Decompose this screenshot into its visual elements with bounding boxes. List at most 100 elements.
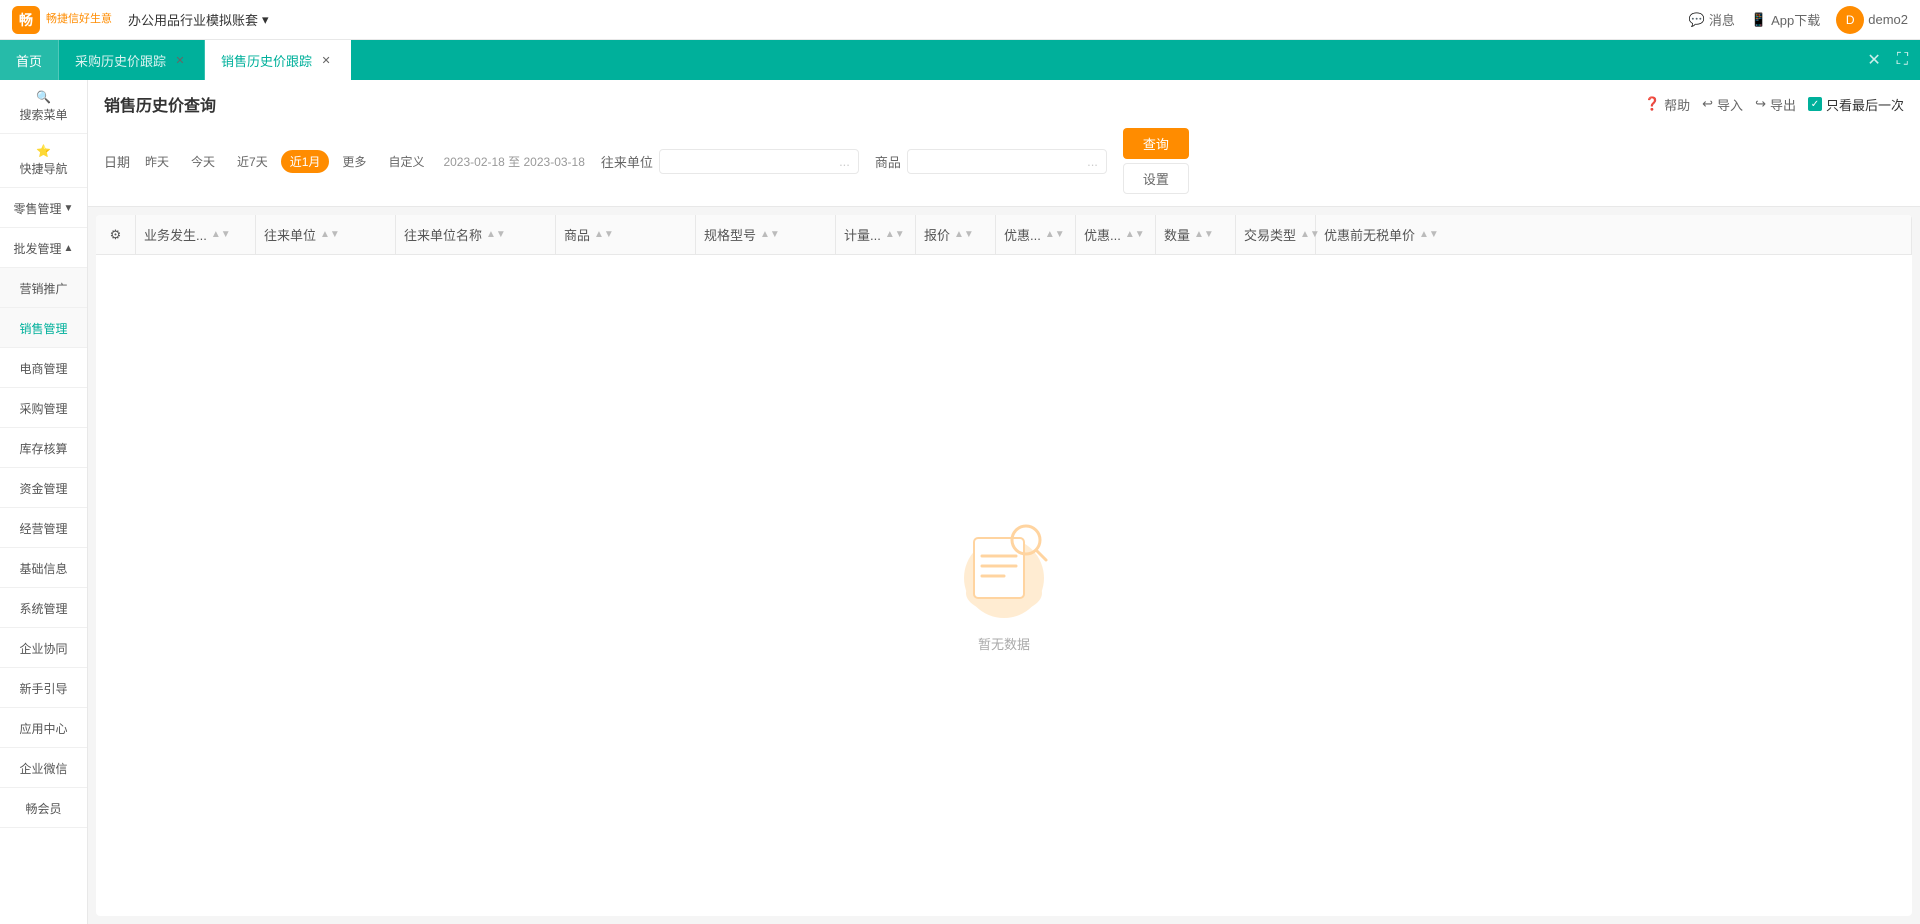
th-trade-type[interactable]: 交易类型 ▲▼ (1236, 215, 1316, 254)
th-discount1[interactable]: 优惠... ▲▼ (996, 215, 1076, 254)
top-bar-left: 畅 畅捷信好生意 办公用品行业模拟账套 ▾ (12, 6, 277, 34)
th-unit[interactable]: 计量... ▲▼ (836, 215, 916, 254)
date-filter: 日期 昨天 今天 近7天 近1月 更多 自定义 2023-02-18 至 202… (104, 150, 585, 173)
import-action[interactable]: ↩ 导入 (1702, 95, 1743, 114)
sidebar-item-search-menu[interactable]: 🔍 搜索菜单 (0, 80, 87, 134)
sidebar-item-purchase[interactable]: 采购管理 (0, 388, 87, 428)
sidebar-item-operations[interactable]: 经营管理 (0, 508, 87, 548)
top-bar: 畅 畅捷信好生意 办公用品行业模拟账套 ▾ 💬 消息 📱 App下载 D dem… (0, 0, 1920, 40)
help-action[interactable]: ❓ 帮助 (1644, 95, 1690, 114)
sidebar-item-quick-nav[interactable]: ⭐ 快捷导航 (0, 134, 87, 188)
page-title: 销售历史价查询 (104, 92, 216, 116)
tab-sales-history-label: 销售历史价跟踪 (221, 51, 312, 70)
product-label: 商品 (875, 152, 901, 171)
sidebar-item-system[interactable]: 系统管理 (0, 588, 87, 628)
empty-illustration (944, 518, 1064, 618)
sidebar-item-app-center[interactable]: 应用中心 (0, 708, 87, 748)
th-spec-label: 规格型号 (704, 225, 756, 244)
th-partner-code-label: 往来单位 (264, 225, 316, 244)
th-discount2[interactable]: 优惠... ▲▼ (1076, 215, 1156, 254)
fullscreen-btn[interactable]: ⛶ (1893, 47, 1912, 73)
sidebar-item-wechat[interactable]: 企业微信 (0, 748, 87, 788)
tab-sales-history[interactable]: 销售历史价跟踪 ✕ (205, 40, 351, 80)
export-label: 导出 (1770, 95, 1796, 114)
only-last-label: 只看最后一次 (1826, 95, 1904, 114)
import-icon: ↩ (1702, 96, 1713, 112)
sidebar-item-inventory[interactable]: 库存核算 (0, 428, 87, 468)
chevron-up-icon: ▲ (64, 243, 74, 254)
chevron-down-icon: ▾ (262, 12, 269, 28)
sidebar-item-basic-info-label: 基础信息 (4, 560, 83, 577)
message-action[interactable]: 💬 消息 (1689, 10, 1735, 29)
partner-input[interactable]: ... (659, 149, 859, 174)
date-btn-custom[interactable]: 自定义 (379, 150, 433, 173)
user-action[interactable]: D demo2 (1836, 6, 1908, 34)
sidebar-item-sales-mgmt[interactable]: 销售管理 (0, 308, 87, 348)
tab-purchase-history[interactable]: 采购历史价跟踪 ✕ (59, 40, 205, 80)
tab-purchase-close-icon[interactable]: ✕ (172, 52, 188, 68)
sort-icon: ▲▼ (1194, 230, 1214, 240)
username-label: demo2 (1868, 12, 1908, 27)
th-quote[interactable]: 报价 ▲▼ (916, 215, 996, 254)
sidebar-item-marketing[interactable]: 营销推广 (0, 268, 87, 308)
sidebar-item-basic-info[interactable]: 基础信息 (0, 548, 87, 588)
export-action[interactable]: ↪ 导出 (1755, 95, 1796, 114)
sidebar-item-operations-label: 经营管理 (4, 520, 83, 537)
date-btn-7days[interactable]: 近7天 (228, 150, 277, 173)
sidebar-item-wholesale-mgmt-label: 批发管理 ▲ (4, 240, 83, 257)
product-input[interactable]: ... (907, 149, 1107, 174)
date-btn-1month[interactable]: 近1月 (281, 150, 330, 173)
only-last-action[interactable]: ✓ 只看最后一次 (1808, 95, 1904, 114)
sort-icon: ▲▼ (954, 230, 974, 240)
sidebar-item-marketing-label: 营销推广 (4, 280, 83, 297)
date-btn-more[interactable]: 更多 (333, 150, 375, 173)
sidebar-item-member[interactable]: 畅会员 (0, 788, 87, 828)
th-spec[interactable]: 规格型号 ▲▼ (696, 215, 836, 254)
sidebar-item-guide[interactable]: 新手引导 (0, 668, 87, 708)
empty-text: 暂无数据 (978, 634, 1030, 653)
th-pre-tax-price[interactable]: 优惠前无税单价 ▲▼ (1316, 215, 1912, 254)
content-area: 销售历史价查询 ❓ 帮助 ↩ 导入 ↪ 导出 ✓ (88, 80, 1920, 924)
date-buttons: 昨天 今天 近7天 近1月 更多 自定义 (136, 150, 433, 173)
th-biz-date[interactable]: 业务发生... ▲▼ (136, 215, 256, 254)
sidebar-item-system-label: 系统管理 (4, 600, 83, 617)
avatar: D (1836, 6, 1864, 34)
date-btn-today[interactable]: 今天 (182, 150, 224, 173)
tab-home-label: 首页 (16, 51, 42, 70)
close-tab-btn[interactable]: ✕ (1863, 46, 1884, 74)
app-download-label: App下载 (1771, 10, 1820, 29)
tab-sales-close-icon[interactable]: ✕ (318, 52, 334, 68)
sidebar-item-finance-label: 资金管理 (4, 480, 83, 497)
th-product[interactable]: 商品 ▲▼ (556, 215, 696, 254)
th-partner-name-label: 往来单位名称 (404, 225, 482, 244)
table-header: ⚙ 业务发生... ▲▼ 往来单位 ▲▼ 往来单位名称 ▲▼ 商品 ▲▼ (96, 215, 1912, 255)
page-actions: ❓ 帮助 ↩ 导入 ↪ 导出 ✓ 只看最后一次 (1644, 95, 1904, 114)
account-selector[interactable]: 办公用品行业模拟账套 ▾ (120, 6, 277, 33)
product-input-dots: ... (1087, 154, 1098, 169)
th-partner-code[interactable]: 往来单位 ▲▼ (256, 215, 396, 254)
sidebar-item-finance[interactable]: 资金管理 (0, 468, 87, 508)
sidebar-item-enterprise[interactable]: 企业协同 (0, 628, 87, 668)
th-settings[interactable]: ⚙ (96, 215, 136, 254)
tab-purchase-history-label: 采购历史价跟踪 (75, 51, 166, 70)
sidebar-item-sales-mgmt-label: 销售管理 (4, 320, 83, 337)
app-download-action[interactable]: 📱 App下载 (1751, 10, 1820, 29)
filter-row: 日期 昨天 今天 近7天 近1月 更多 自定义 2023-02-18 至 202… (104, 128, 1904, 206)
search-icon: 🔍 (36, 90, 51, 104)
sort-icon: ▲▼ (486, 230, 506, 240)
date-range: 2023-02-18 至 2023-03-18 (443, 153, 584, 170)
sort-icon: ▲▼ (760, 230, 780, 240)
th-quantity[interactable]: 数量 ▲▼ (1156, 215, 1236, 254)
sidebar-item-retail-mgmt[interactable]: 零售管理 ▼ (0, 188, 87, 228)
tab-home[interactable]: 首页 (0, 40, 59, 80)
settings-button[interactable]: 设置 (1123, 163, 1189, 194)
only-last-checkbox[interactable]: ✓ (1808, 97, 1822, 111)
th-partner-name[interactable]: 往来单位名称 ▲▼ (396, 215, 556, 254)
sidebar-item-inventory-label: 库存核算 (4, 440, 83, 457)
th-quote-label: 报价 (924, 225, 950, 244)
sort-icon: ▲▼ (211, 230, 231, 240)
sidebar-item-ecommerce[interactable]: 电商管理 (0, 348, 87, 388)
date-btn-yesterday[interactable]: 昨天 (136, 150, 178, 173)
sidebar-item-wholesale-mgmt[interactable]: 批发管理 ▲ (0, 228, 87, 268)
query-button[interactable]: 查询 (1123, 128, 1189, 159)
